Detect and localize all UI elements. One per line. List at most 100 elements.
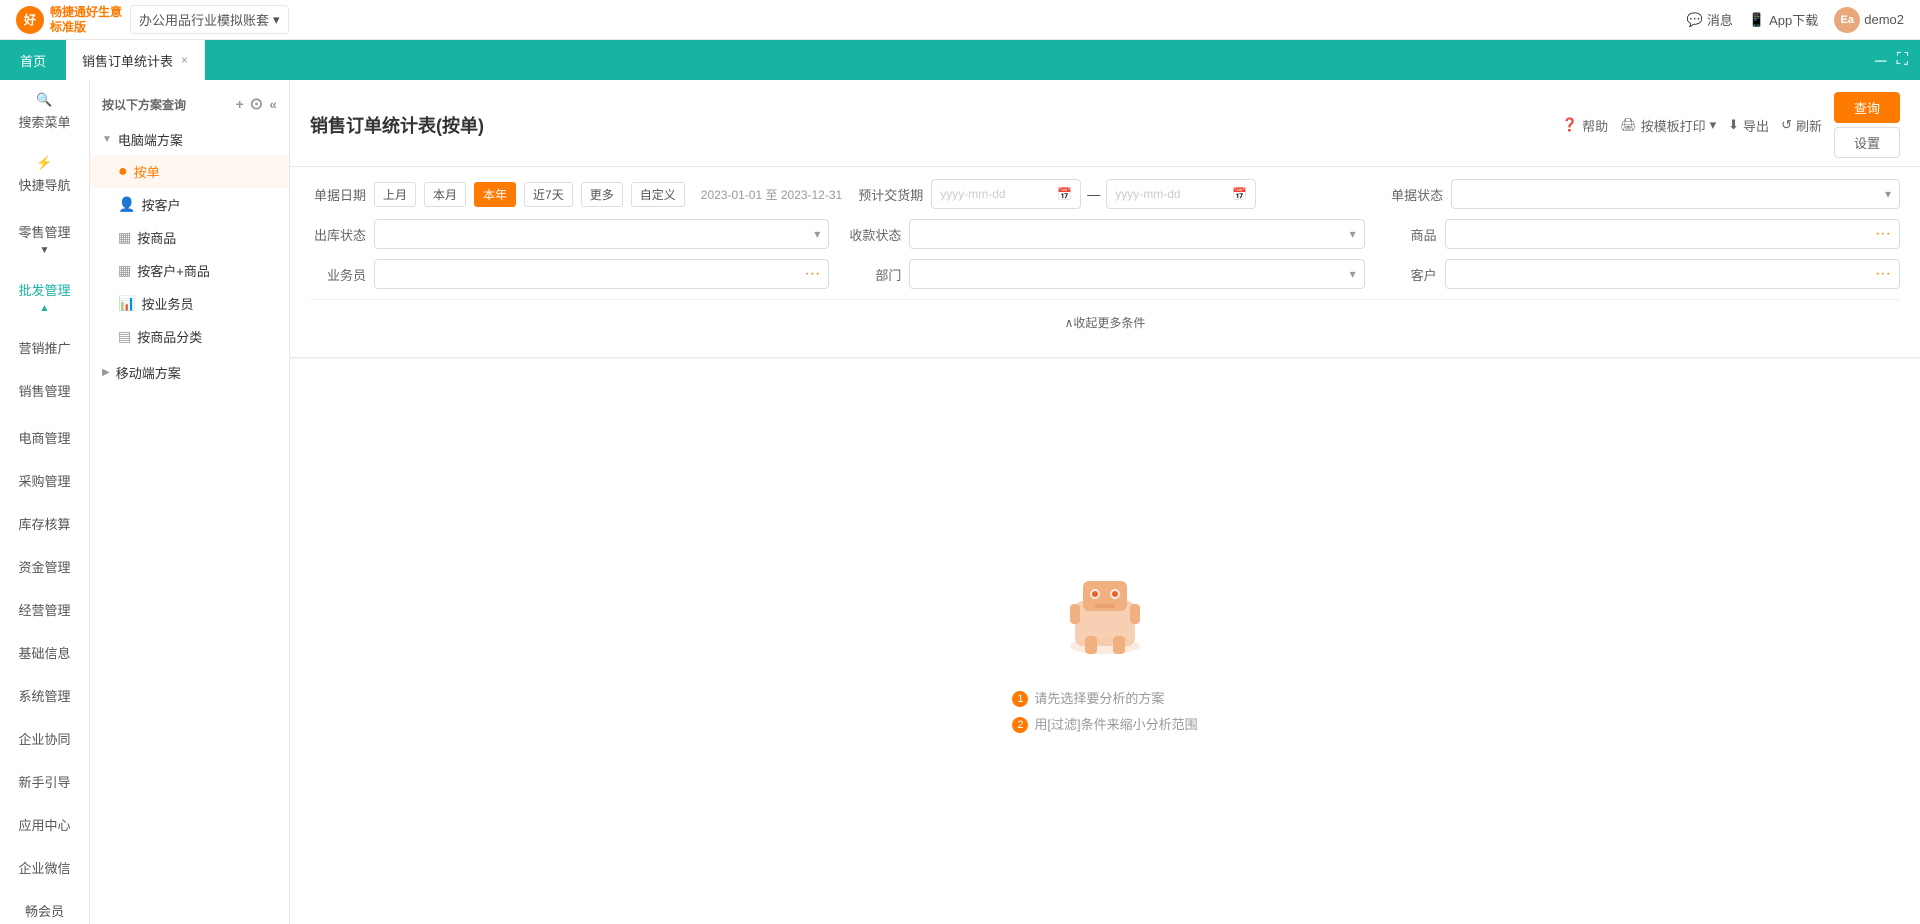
doc-status-select[interactable]: ▾	[1451, 179, 1900, 209]
scheme-group-desktop: ▼ 电脑端方案 ● 按单 👤 按客户 ▦ 按商品 ▦ 按客户+商品	[90, 124, 289, 353]
out-status-label: 出库状态	[310, 225, 366, 244]
refresh-btn[interactable]: ↺ 刷新	[1781, 116, 1822, 135]
sidebar-item-cooperation[interactable]: 企业协同	[0, 717, 89, 760]
collapse-button[interactable]: ∧ 收起更多条件	[310, 308, 1900, 337]
scheme-item-by-goods[interactable]: ▦ 按商品	[90, 221, 289, 254]
filter-cell-salesman: 业务员 ···	[310, 259, 829, 289]
sidebar-item-operation[interactable]: 经营管理	[0, 588, 89, 631]
sidebar-item-purchase[interactable]: 采购管理	[0, 459, 89, 502]
sidebar-item-inventory[interactable]: 库存核算	[0, 502, 89, 545]
filter-cell-dept: 部门 ▾	[845, 259, 1364, 289]
date-btn-last-month[interactable]: 上月	[374, 182, 416, 207]
salesman-more-icon[interactable]: ···	[804, 265, 820, 283]
receipt-status-select[interactable]: ▾	[909, 219, 1364, 249]
filter-cell-expected-date: 预计交货期 yyyy-mm-dd 📅 — yyyy-mm-dd 📅	[858, 179, 1371, 209]
date-btn-this-year[interactable]: 本年	[474, 182, 516, 207]
doc-status-label: 单据状态	[1387, 185, 1443, 204]
collapse-area: ∧ 收起更多条件	[310, 299, 1900, 345]
scheme-item-by-order[interactable]: ● 按单	[90, 155, 289, 188]
grid2-icon: ▦	[118, 262, 131, 279]
filter-row-1: 单据日期 上月 本月 本年 近7天 更多 自定义 2023-01-01 至 20…	[310, 179, 1900, 209]
page-header: 销售订单统计表(按单) ❓ 帮助 🖨 按模板打印 ▾ ⬇ 导出	[290, 80, 1920, 167]
scheme-item-by-salesman[interactable]: 📊 按业务员	[90, 287, 289, 320]
collapse-scheme-icon[interactable]: «	[269, 96, 277, 112]
customer-select[interactable]: ···	[1445, 259, 1900, 289]
sidebar-item-guide[interactable]: 新手引导	[0, 760, 89, 803]
sidebar-item-sales[interactable]: 销售管理	[0, 369, 89, 412]
collapse-icon: ∧	[1065, 316, 1074, 330]
edit-scheme-icon[interactable]: ⊙	[250, 94, 263, 114]
scheme-group-mobile-title[interactable]: ▶ 移动端方案	[90, 357, 289, 388]
filter-cell-out-status: 出库状态 ▾	[310, 219, 829, 249]
calendar-icon-2: 📅	[1232, 187, 1247, 201]
tab-sales-order[interactable]: 销售订单统计表 ×	[66, 40, 205, 80]
sidebar-item-search[interactable]: 🔍 搜索菜单	[0, 80, 89, 143]
filter-row-2: 出库状态 ▾ 收款状态 ▾ 商品	[310, 219, 1900, 249]
empty-tip-1: 1 请先选择要分析的方案	[1012, 686, 1197, 712]
date-btn-custom[interactable]: 自定义	[631, 182, 685, 207]
download-icon: 📱	[1749, 12, 1765, 28]
date-filter: 上月 本月 本年 近7天 更多 自定义	[374, 182, 685, 207]
sidebar-item-wechat[interactable]: 企业微信	[0, 846, 89, 889]
sidebar-item-member[interactable]: 畅会员	[0, 889, 89, 924]
sidebar-item-basic-info[interactable]: 基础信息	[0, 631, 89, 674]
date-btn-more[interactable]: 更多	[581, 182, 623, 207]
salesman-select[interactable]: ···	[374, 259, 829, 289]
export-btn[interactable]: ⬇ 导出	[1728, 116, 1769, 135]
help-btn[interactable]: ❓ 帮助	[1562, 116, 1608, 135]
filter-cell-goods: 商品 ···	[1381, 219, 1900, 249]
date-btn-this-month[interactable]: 本月	[424, 182, 466, 207]
logo-icon: 好	[16, 6, 44, 34]
filter-cell-receipt-status: 收款状态 ▾	[845, 219, 1364, 249]
sidebar-item-retail[interactable]: 零售管理 ▼	[0, 210, 89, 268]
scheme-item-by-customer[interactable]: 👤 按客户	[90, 188, 289, 221]
sidebar-item-quick-nav[interactable]: ⚡ 快捷导航	[0, 143, 89, 206]
tab-maximize-icon[interactable]: ⛶	[1897, 51, 1908, 69]
date-btn-7days[interactable]: 近7天	[524, 182, 573, 207]
message-btn[interactable]: 💬 消息	[1687, 10, 1733, 29]
customer-more-icon[interactable]: ···	[1875, 265, 1891, 283]
sidebar-item-ecommerce[interactable]: 电商管理	[0, 416, 89, 459]
out-status-select[interactable]: ▾	[374, 219, 829, 249]
goods-select[interactable]: ···	[1445, 219, 1900, 249]
refresh-icon: ↺	[1781, 117, 1792, 133]
empty-tips: 1 请先选择要分析的方案 2 用[过滤]条件来缩小分析范围	[1012, 686, 1197, 738]
avatar: Ea	[1834, 7, 1860, 33]
print-btn[interactable]: 🖨 按模板打印 ▾	[1620, 116, 1716, 135]
dept-select[interactable]: ▾	[909, 259, 1364, 289]
add-scheme-icon[interactable]: +	[236, 96, 244, 112]
chevron-down-icon: ▼	[40, 245, 50, 256]
setting-button[interactable]: 设置	[1834, 127, 1900, 158]
sidebar-item-wholesale[interactable]: 批发管理 ▲	[0, 268, 89, 326]
tab-home[interactable]: 首页	[0, 40, 66, 80]
filter-row-3: 业务员 ··· 部门 ▾ 客户	[310, 259, 1900, 289]
scheme-group-desktop-title[interactable]: ▼ 电脑端方案	[90, 124, 289, 155]
logo-area: 好 畅捷通好生意 标准版	[16, 5, 122, 34]
user-avatar[interactable]: Ea demo2	[1834, 7, 1904, 33]
expected-date-start[interactable]: yyyy-mm-dd 📅	[931, 179, 1081, 209]
expected-date-end[interactable]: yyyy-mm-dd 📅	[1106, 179, 1256, 209]
scheme-item-by-customer-goods[interactable]: ▦ 按客户+商品	[90, 254, 289, 287]
tab-bar: 首页 销售订单统计表 × － ⛶	[0, 40, 1920, 80]
tab-close-icon[interactable]: ×	[181, 53, 188, 67]
industry-selector[interactable]: 办公用品行业模拟账套 ▾	[130, 5, 289, 34]
scheme-group-mobile: ▶ 移动端方案	[90, 357, 289, 388]
filter-cell-date: 单据日期 上月 本月 本年 近7天 更多 自定义 2023-01-01 至 20…	[310, 182, 842, 207]
sidebar-item-finance[interactable]: 资金管理	[0, 545, 89, 588]
sidebar-item-app-center[interactable]: 应用中心	[0, 803, 89, 846]
scheme-item-by-category[interactable]: ▤ 按商品分类	[90, 320, 289, 353]
query-button[interactable]: 查询	[1834, 92, 1900, 123]
dept-label: 部门	[845, 265, 901, 284]
goods-more-icon[interactable]: ···	[1875, 225, 1891, 243]
sidebar-item-system[interactable]: 系统管理	[0, 674, 89, 717]
top-bar-right: 💬 消息 📱 App下载 Ea demo2	[1687, 7, 1904, 33]
tab-minimize-icon[interactable]: －	[1873, 48, 1889, 72]
chart-icon: 📊	[118, 295, 135, 312]
scheme-panel-header-icons: + ⊙ «	[236, 94, 277, 114]
app-download-btn[interactable]: 📱 App下载	[1749, 10, 1818, 29]
sidebar-item-marketing[interactable]: 营销推广	[0, 326, 89, 369]
logo-text: 畅捷通好生意 标准版	[50, 5, 122, 34]
filter-section: 单据日期 上月 本月 本年 近7天 更多 自定义 2023-01-01 至 20…	[290, 167, 1920, 358]
quick-nav-icon: ⚡	[36, 155, 52, 171]
message-icon: 💬	[1687, 12, 1703, 28]
